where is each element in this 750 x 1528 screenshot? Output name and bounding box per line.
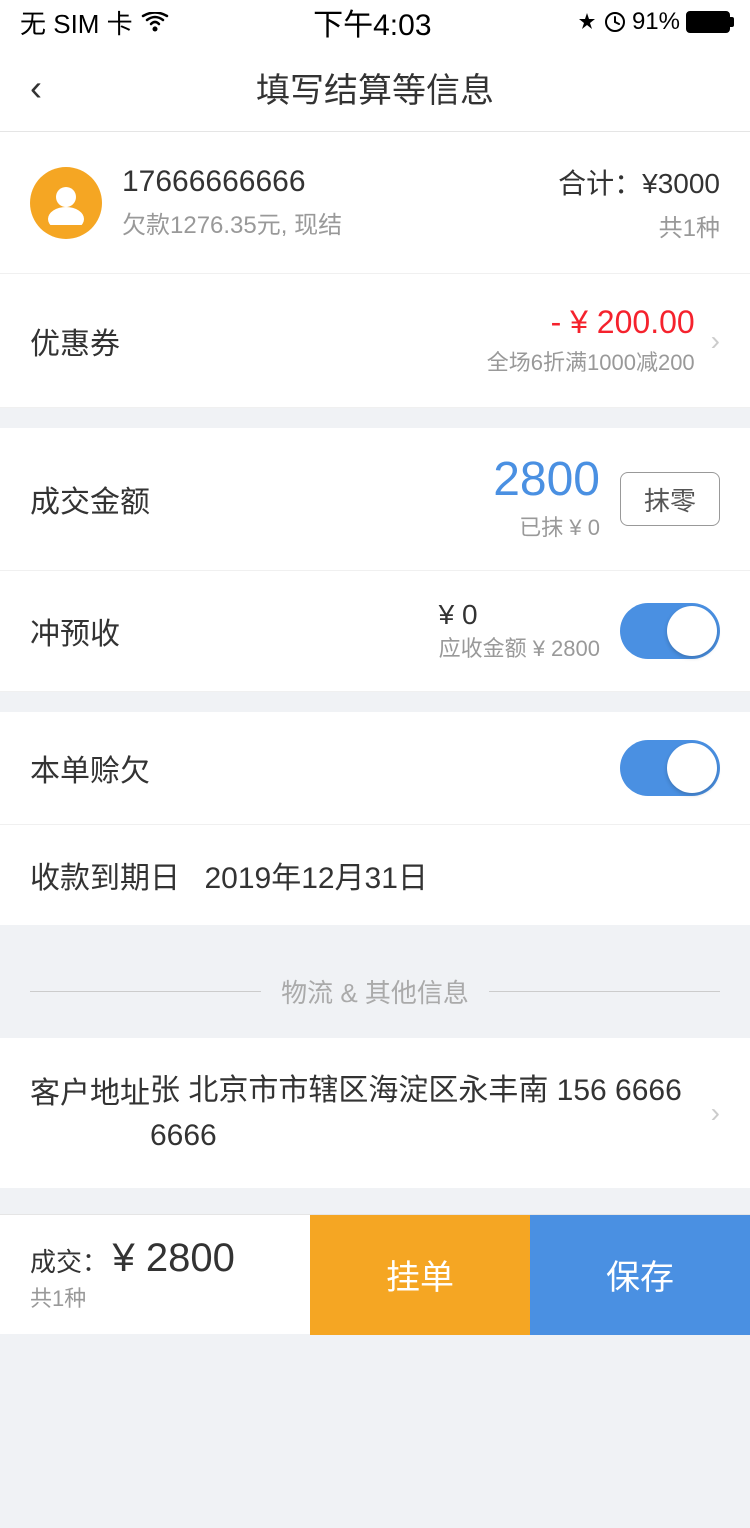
- avatar: [30, 167, 102, 239]
- wifi-icon: [141, 12, 169, 32]
- address-chevron-icon: ›: [711, 1097, 720, 1129]
- bottom-deal-row: 成交： ¥ 2800: [30, 1236, 280, 1281]
- coupon-info: - ¥ 200.00 全场6折满1000减200: [487, 304, 695, 377]
- logistics-divider: 物流 & 其他信息: [0, 945, 750, 1038]
- status-right: 91%: [576, 8, 730, 36]
- separator-1: [0, 408, 750, 428]
- prepay-toggle[interactable]: [620, 603, 720, 659]
- customer-card: 17666666666 欠款1276.35元, 现结 合计：¥3000 共1种: [0, 132, 750, 274]
- debt-toggle-knob: [667, 743, 717, 793]
- deal-label: 成交：: [30, 1247, 108, 1277]
- status-bar: 无 SIM 卡 下午4:03 91%: [0, 0, 750, 44]
- customer-phone: 17666666666: [122, 165, 342, 199]
- logistics-label: 物流 & 其他信息: [261, 973, 489, 1010]
- due-date-label: 收款到期日: [30, 862, 180, 895]
- nav-bar: ‹ 填写结算等信息: [0, 44, 750, 132]
- amount-row: 成交金额 2800 已抹 ¥ 0 抹零: [0, 428, 750, 571]
- address-row[interactable]: 客户地址 张 北京市市辖区海淀区永丰南 156 6666 6666 ›: [0, 1038, 750, 1188]
- page-title: 填写结算等信息: [256, 63, 494, 112]
- hold-button[interactable]: 挂单: [310, 1215, 530, 1335]
- amount-right: 2800 已抹 ¥ 0 抹零: [493, 456, 720, 542]
- prepay-info: ¥ 0 应收金额 ¥ 2800: [439, 599, 600, 663]
- total-label: 合计：: [558, 168, 642, 199]
- customer-total: 合计：¥3000: [558, 162, 720, 202]
- deal-amount-value: 2800: [493, 456, 600, 504]
- signal-text: 无 SIM 卡: [20, 4, 133, 41]
- customer-info: 17666666666 欠款1276.35元, 现结: [122, 165, 342, 240]
- prepay-right: ¥ 0 应收金额 ¥ 2800: [439, 599, 720, 663]
- clock-icon: [604, 11, 626, 33]
- customer-count: 共1种: [558, 208, 720, 243]
- coupon-desc: 全场6折满1000减200: [487, 345, 695, 377]
- total-value: ¥3000: [642, 168, 720, 199]
- amount-label: 成交金额: [30, 477, 150, 521]
- prepay-sub: 应收金额 ¥ 2800: [439, 631, 600, 663]
- deal-amount-sub: 已抹 ¥ 0: [493, 510, 600, 542]
- prepay-label: 冲预收: [30, 609, 120, 653]
- back-button[interactable]: ‹: [30, 67, 42, 109]
- round-button[interactable]: 抹零: [620, 472, 720, 526]
- prepay-row: 冲预收 ¥ 0 应收金额 ¥ 2800: [0, 571, 750, 692]
- coupon-chevron-icon: ›: [711, 325, 720, 357]
- debt-section: 本单赊欠 收款到期日 2019年12月31日: [0, 712, 750, 925]
- separator-2: [0, 692, 750, 712]
- coupon-amount: - ¥ 200.00: [487, 304, 695, 341]
- debt-toggle[interactable]: [620, 740, 720, 796]
- due-date-value: 2019年12月31日: [204, 862, 427, 895]
- save-button[interactable]: 保存: [530, 1215, 750, 1335]
- status-left: 无 SIM 卡: [20, 4, 169, 41]
- coupon-label: 优惠券: [30, 319, 120, 363]
- deal-section: 成交金额 2800 已抹 ¥ 0 抹零 冲预收 ¥ 0 应收金额 ¥ 2800: [0, 428, 750, 692]
- bottom-deal-count: 共1种: [30, 1281, 280, 1313]
- logistics-line-right: [489, 991, 720, 992]
- battery-percent: 91%: [632, 8, 680, 36]
- due-date-section: 收款到期日 2019年12月31日: [0, 824, 750, 925]
- amount-info: 2800 已抹 ¥ 0: [493, 456, 600, 542]
- bottom-summary: 成交： ¥ 2800 共1种: [0, 1236, 310, 1313]
- bottom-bar: 成交： ¥ 2800 共1种 挂单 保存: [0, 1214, 750, 1334]
- prepay-toggle-knob: [667, 606, 717, 656]
- avatar-icon: [44, 181, 88, 225]
- section-divider: [0, 925, 750, 945]
- logistics-line-left: [30, 991, 261, 992]
- bottom-deal-amount: ¥ 2800: [112, 1236, 234, 1280]
- customer-right: 合计：¥3000 共1种: [558, 162, 720, 243]
- prepay-amount: ¥ 0: [439, 599, 600, 631]
- customer-left: 17666666666 欠款1276.35元, 现结: [30, 165, 342, 240]
- location-icon: [576, 11, 598, 33]
- address-label: 客户地址: [30, 1068, 150, 1112]
- status-time: 下午4:03: [313, 0, 431, 44]
- customer-sub: 欠款1276.35元, 现结: [122, 205, 342, 240]
- debt-row: 本单赊欠: [0, 712, 750, 824]
- coupon-row[interactable]: 优惠券 - ¥ 200.00 全场6折满1000减200 ›: [0, 274, 750, 408]
- battery-icon: [686, 11, 730, 33]
- coupon-right: - ¥ 200.00 全场6折满1000减200 ›: [487, 304, 720, 377]
- debt-label: 本单赊欠: [30, 746, 150, 790]
- address-value: 张 北京市市辖区海淀区永丰南 156 6666 6666: [150, 1068, 701, 1158]
